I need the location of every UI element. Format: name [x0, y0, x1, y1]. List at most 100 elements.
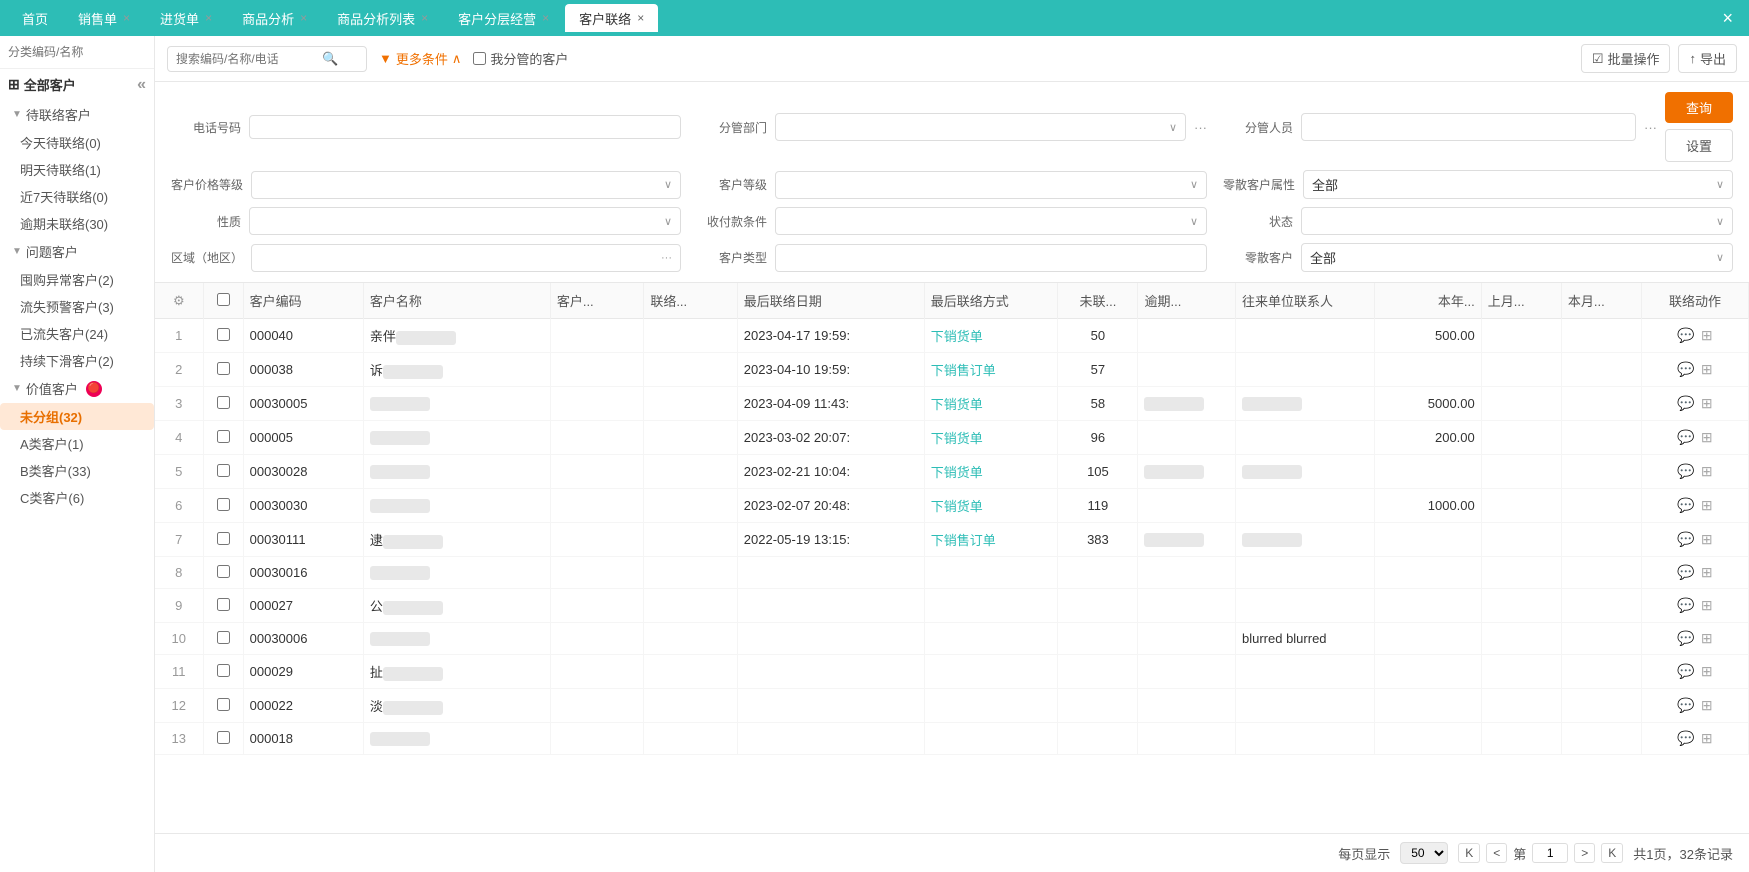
row-last-method[interactable]: 下销货单	[924, 319, 1058, 353]
chat-action-icon[interactable]: 💬	[1677, 361, 1694, 378]
dots-action-icon[interactable]: ⊞	[1701, 429, 1713, 446]
sidebar-item-group-b[interactable]: B类客户(33)	[0, 457, 154, 484]
dots-action-icon[interactable]: ⊞	[1701, 327, 1713, 344]
tab-customer-contact[interactable]: 客户联络 ×	[565, 4, 658, 32]
sidebar-search-input[interactable]	[8, 45, 155, 59]
dots-action-icon[interactable]: ⊞	[1701, 564, 1713, 581]
sidebar-problem-group[interactable]: ▼ 问题客户	[0, 237, 154, 266]
close-customer-tier-icon[interactable]: ×	[542, 11, 549, 25]
customer-level-select[interactable]: ∨	[775, 171, 1207, 199]
page-size-select[interactable]: 50	[1400, 842, 1448, 864]
row-checkbox[interactable]	[217, 498, 230, 511]
row-checkbox-cell[interactable]	[203, 319, 243, 353]
sidebar-item-hoard-abnormal[interactable]: 囤购异常客户(2)	[0, 266, 154, 293]
sidebar-item-no-group[interactable]: 未分组(32)	[0, 403, 154, 430]
dept-select[interactable]: ∨	[775, 113, 1186, 141]
row-checkbox-cell[interactable]	[203, 723, 243, 755]
sidebar-pending-group[interactable]: ▼ 待联络客户	[0, 100, 154, 129]
prev-page-button[interactable]: <	[1486, 843, 1507, 863]
row-last-method[interactable]	[924, 623, 1058, 655]
chat-action-icon[interactable]: 💬	[1677, 597, 1694, 614]
sidebar-all-customers[interactable]: ⊞ 全部客户 «	[0, 69, 154, 100]
sidebar-value-group[interactable]: ▼ 价值客户 🔴	[0, 374, 154, 403]
dots-action-icon[interactable]: ⊞	[1701, 630, 1713, 647]
row-checkbox-cell[interactable]	[203, 589, 243, 623]
close-customer-contact-icon[interactable]: ×	[637, 11, 644, 25]
row-last-method[interactable]: 下销货单	[924, 387, 1058, 421]
more-conditions-btn[interactable]: ▼ 更多条件 ∧	[379, 49, 461, 68]
chat-action-icon[interactable]: 💬	[1677, 327, 1694, 344]
row-checkbox[interactable]	[217, 430, 230, 443]
retail-attr-select[interactable]: 全部 ∨	[1303, 170, 1733, 199]
row-checkbox[interactable]	[217, 631, 230, 644]
sidebar-item-churn-warning[interactable]: 流失预警客户(3)	[0, 293, 154, 320]
row-last-method[interactable]: 下销售订单	[924, 353, 1058, 387]
sidebar-item-tomorrow-pending[interactable]: 明天待联络(1)	[0, 156, 154, 183]
phone-input[interactable]	[249, 115, 681, 139]
last-method-link[interactable]: 下销货单	[931, 397, 983, 412]
row-checkbox[interactable]	[217, 731, 230, 744]
row-last-method[interactable]	[924, 723, 1058, 755]
row-checkbox-cell[interactable]	[203, 655, 243, 689]
row-checkbox-cell[interactable]	[203, 489, 243, 523]
chat-action-icon[interactable]: 💬	[1677, 564, 1694, 581]
query-button[interactable]: 查询	[1665, 92, 1733, 123]
chat-action-icon[interactable]: 💬	[1677, 395, 1694, 412]
close-sales-icon[interactable]: ×	[123, 11, 130, 25]
price-level-select[interactable]: ∨	[251, 171, 681, 199]
row-checkbox[interactable]	[217, 565, 230, 578]
my-customers-check[interactable]	[473, 52, 486, 65]
first-page-button[interactable]: K	[1458, 843, 1480, 863]
row-checkbox-cell[interactable]	[203, 421, 243, 455]
row-last-method[interactable]: 下销货单	[924, 489, 1058, 523]
col-settings[interactable]: ⚙	[155, 283, 203, 319]
last-method-link[interactable]: 下销售订单	[931, 363, 996, 378]
last-method-link[interactable]: 下销货单	[931, 329, 983, 344]
row-checkbox[interactable]	[217, 396, 230, 409]
row-checkbox[interactable]	[217, 464, 230, 477]
search-input[interactable]	[176, 52, 316, 66]
collapse-sidebar-icon[interactable]: «	[137, 76, 146, 94]
search-input-container[interactable]: 🔍	[167, 46, 367, 72]
last-method-link[interactable]: 下销货单	[931, 465, 983, 480]
select-all-checkbox[interactable]	[217, 293, 230, 306]
chat-action-icon[interactable]: 💬	[1677, 497, 1694, 514]
close-product-analysis-list-icon[interactable]: ×	[421, 11, 428, 25]
region-select[interactable]: ···	[251, 244, 681, 272]
sidebar-item-declining[interactable]: 持续下滑客户(2)	[0, 347, 154, 374]
row-checkbox[interactable]	[217, 328, 230, 341]
sidebar-item-churned[interactable]: 已流失客户(24)	[0, 320, 154, 347]
chat-action-icon[interactable]: 💬	[1677, 429, 1694, 446]
chat-action-icon[interactable]: 💬	[1677, 697, 1694, 714]
row-checkbox-cell[interactable]	[203, 623, 243, 655]
reset-button[interactable]: 设置	[1665, 129, 1733, 162]
row-last-method[interactable]: 下销货单	[924, 421, 1058, 455]
sidebar-item-group-c[interactable]: C类客户(6)	[0, 484, 154, 511]
chat-action-icon[interactable]: 💬	[1677, 730, 1694, 747]
row-last-method[interactable]	[924, 557, 1058, 589]
row-last-method[interactable]	[924, 589, 1058, 623]
row-checkbox-cell[interactable]	[203, 689, 243, 723]
sidebar-item-today-pending[interactable]: 今天待联络(0)	[0, 129, 154, 156]
row-last-method[interactable]	[924, 689, 1058, 723]
row-checkbox[interactable]	[217, 598, 230, 611]
row-last-method[interactable]: 下销售订单	[924, 523, 1058, 557]
tab-customer-tier[interactable]: 客户分层经营 ×	[444, 4, 563, 32]
tab-home[interactable]: 首页	[8, 4, 62, 32]
dots-action-icon[interactable]: ⊞	[1701, 663, 1713, 680]
col-checkbox[interactable]	[203, 283, 243, 319]
retail-customer-select[interactable]: 全部 ∨	[1301, 243, 1733, 272]
person-select[interactable]	[1301, 113, 1636, 141]
last-page-button[interactable]: K	[1601, 843, 1623, 863]
close-product-analysis-icon[interactable]: ×	[300, 11, 307, 25]
row-checkbox-cell[interactable]	[203, 353, 243, 387]
dots-action-icon[interactable]: ⊞	[1701, 395, 1713, 412]
status-select[interactable]: ∨	[1301, 207, 1733, 235]
payment-select[interactable]: ∨	[775, 207, 1207, 235]
chat-action-icon[interactable]: 💬	[1677, 663, 1694, 680]
window-close-icon[interactable]: ×	[1714, 8, 1741, 29]
person-more-icon[interactable]: ···	[1644, 120, 1657, 135]
row-checkbox[interactable]	[217, 532, 230, 545]
sidebar-search-bar[interactable]: 🔍	[0, 36, 154, 69]
batch-operation-button[interactable]: ☑ 批量操作	[1581, 44, 1671, 73]
